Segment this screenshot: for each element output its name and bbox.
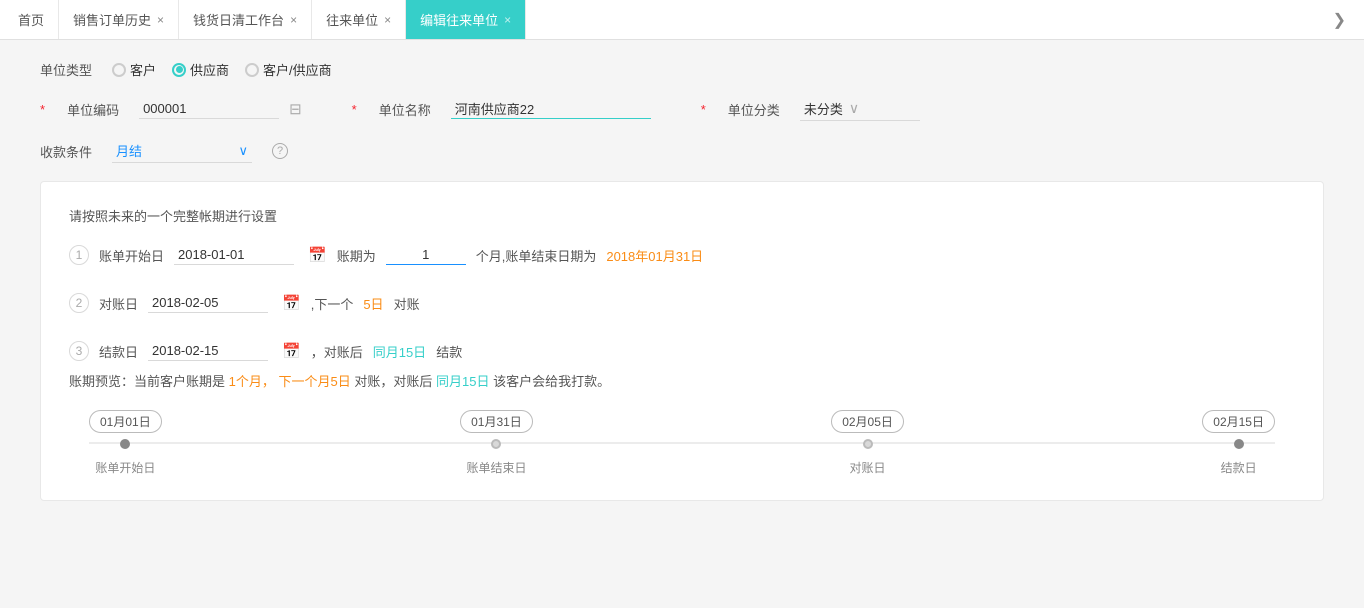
tab-home[interactable]: 首页	[8, 0, 59, 39]
reconcile-day: 5日	[363, 294, 383, 313]
radio-circle-customer	[112, 63, 126, 77]
node-badge-2: 01月31日	[460, 410, 533, 433]
preview-text: 账期预览：当前客户账期是 1个月， 下一个月5日 对账，对账后 同月15日 该客…	[69, 371, 1295, 390]
start-date-calendar-icon[interactable]: 📅	[308, 246, 327, 264]
period-label: 账期为	[337, 246, 376, 265]
payment-date-label: 结款日	[99, 342, 138, 361]
start-date-input[interactable]	[174, 245, 294, 265]
payment-label: 收款条件	[40, 142, 92, 161]
timeline-node-3: 02月05日 对账日	[831, 410, 904, 476]
classify-chevron-icon: ∨	[849, 100, 859, 117]
unit-code-copy-icon[interactable]: ⊟	[289, 100, 302, 118]
row-number-3: 3	[69, 341, 89, 361]
node-badge-1: 01月01日	[89, 410, 162, 433]
close-edit-counterpart[interactable]: ×	[504, 13, 511, 27]
node-dot-3	[863, 439, 873, 449]
period-end-date: 2018年01月31日	[606, 246, 703, 265]
payment-suffix: 结款	[436, 342, 462, 361]
payment-day: 同月15日	[373, 342, 426, 361]
timeline-node-2: 01月31日 账单结束日	[460, 410, 533, 476]
tab-edit-counterpart[interactable]: 编辑往来单位 ×	[406, 0, 526, 39]
unit-code-input[interactable]	[139, 99, 279, 119]
timeline: 01月01日 账单开始日 01月31日 账单结束日 02月05日 对账日	[69, 410, 1295, 476]
period-input[interactable]	[386, 245, 466, 265]
node-label-2: 账单结束日	[466, 459, 526, 476]
payment-select[interactable]: 月结 ∨	[112, 139, 252, 163]
payment-help-icon[interactable]: ?	[272, 143, 288, 159]
settings-card: 请按照未来的一个完整帐期进行设置 1 账单开始日 📅 账期为 个月,账单结束日期…	[40, 181, 1324, 501]
timeline-node-1: 01月01日 账单开始日	[89, 410, 162, 476]
tabs-expand-button[interactable]: ❯	[1323, 10, 1356, 30]
card-title: 请按照未来的一个完整帐期进行设置	[69, 206, 1295, 225]
node-label-4: 结款日	[1221, 459, 1257, 476]
unit-info-row: * 单位编码 ⊟ * 单位名称 * 单位分类 未分类 ∨	[40, 97, 1324, 121]
node-dot-4	[1234, 439, 1244, 449]
radio-circle-both	[245, 63, 259, 77]
payment-date-calendar-icon[interactable]: 📅	[282, 342, 301, 360]
node-label-1: 账单开始日	[95, 459, 155, 476]
preview-payment-day: 同月15日	[436, 374, 489, 389]
unit-classify-label: 单位分类	[728, 100, 780, 119]
radio-supplier[interactable]: 供应商	[172, 60, 229, 79]
unit-classify-select[interactable]: 未分类 ∨	[800, 97, 920, 121]
reconcile-prefix: ,下一个	[311, 294, 354, 313]
preview-period: 1个月，	[229, 374, 275, 389]
radio-customer[interactable]: 客户	[112, 60, 156, 79]
main-content: 单位类型 客户 供应商 客户/供应商 * 单位编码 ⊟ * 单位名称 *	[0, 40, 1364, 608]
payment-prefix: ，对账后	[311, 342, 363, 361]
reconcile-suffix: 对账	[394, 294, 420, 313]
close-sales-history[interactable]: ×	[157, 13, 164, 27]
unit-code-field: ⊟	[139, 99, 302, 119]
timeline-node-4: 02月15日 结款日	[1202, 410, 1275, 476]
payment-date-input[interactable]	[148, 341, 268, 361]
row-reconcile-date: 2 对账日 📅 ,下一个 5日 对账	[69, 293, 1295, 313]
reconcile-label: 对账日	[99, 294, 138, 313]
unit-type-label: 单位类型	[40, 60, 92, 79]
start-date-label: 账单开始日	[99, 246, 164, 265]
unit-name-input[interactable]	[451, 99, 651, 119]
node-badge-4: 02月15日	[1202, 410, 1275, 433]
reconcile-calendar-icon[interactable]: 📅	[282, 294, 301, 312]
node-dot-1	[120, 439, 130, 449]
radio-both[interactable]: 客户/供应商	[245, 60, 332, 79]
radio-group-unit-type: 客户 供应商 客户/供应商	[112, 60, 332, 79]
unit-code-label: 单位编码	[67, 100, 119, 119]
preview-reconcile-day: 下一个月5日	[279, 374, 351, 389]
unit-name-label: 单位名称	[379, 100, 431, 119]
row-start-date: 1 账单开始日 📅 账期为 个月,账单结束日期为 2018年01月31日	[69, 245, 1295, 265]
radio-circle-supplier	[172, 63, 186, 77]
timeline-nodes: 01月01日 账单开始日 01月31日 账单结束日 02月05日 对账日	[89, 410, 1275, 476]
close-cash-work[interactable]: ×	[290, 13, 297, 27]
node-label-3: 对账日	[850, 459, 886, 476]
tab-sales-history[interactable]: 销售订单历史 ×	[59, 0, 179, 39]
close-counterpart[interactable]: ×	[384, 13, 391, 27]
unit-type-row: 单位类型 客户 供应商 客户/供应商	[40, 60, 1324, 79]
payment-row: 收款条件 月结 ∨ ?	[40, 139, 1324, 163]
payment-chevron-icon: ∨	[239, 143, 249, 159]
reconcile-date-input[interactable]	[148, 293, 268, 313]
row-payment-date: 3 结款日 📅 ，对账后 同月15日 结款	[69, 341, 1295, 361]
row-number-2: 2	[69, 293, 89, 313]
node-dot-2	[491, 439, 501, 449]
row-number-1: 1	[69, 245, 89, 265]
node-badge-3: 02月05日	[831, 410, 904, 433]
tab-cash-work[interactable]: 钱货日清工作台 ×	[179, 0, 312, 39]
tab-counterpart[interactable]: 往来单位 ×	[312, 0, 406, 39]
period-suffix: 个月,账单结束日期为	[476, 246, 597, 265]
tabs-bar: 首页 销售订单历史 × 钱货日清工作台 × 往来单位 × 编辑往来单位 × ❯	[0, 0, 1364, 40]
